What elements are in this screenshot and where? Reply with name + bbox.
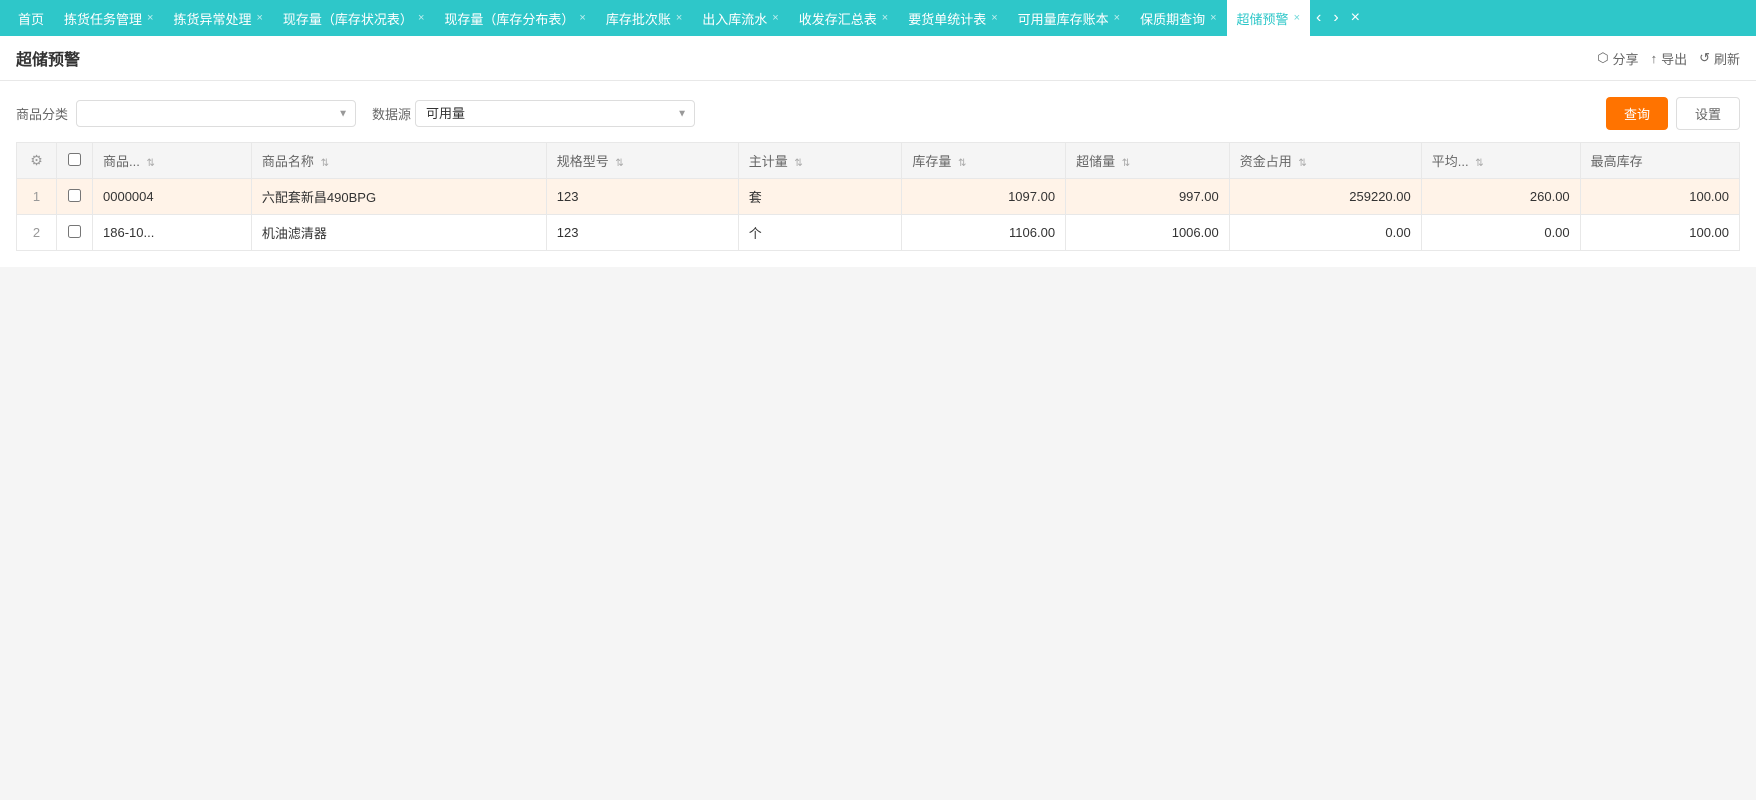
cell-checkbox-1[interactable] (57, 215, 93, 251)
category-select-wrapper (76, 100, 356, 127)
datasource-select[interactable]: 可用量 (415, 100, 695, 127)
th-capital[interactable]: 资金占用 ⇅ (1229, 143, 1421, 179)
close-tab-inventory-dist[interactable]: × (579, 12, 585, 24)
nav-item-inout-flow[interactable]: 出入库流水 × (692, 0, 788, 36)
main-content: 商品分类 数据源 可用量 查询 设置 ⚙ (0, 81, 1756, 267)
close-tab-collect[interactable]: × (882, 12, 888, 24)
th-product-name[interactable]: 商品名称 ⇅ (251, 143, 546, 179)
th-spec[interactable]: 规格型号 ⇅ (546, 143, 738, 179)
cell-max-stock-1: 100.00 (1580, 215, 1739, 251)
top-navigation: 首页 拣货任务管理 × 拣货异常处理 × 现存量（库存状况表） × 现存量（库存… (0, 0, 1756, 36)
nav-item-home[interactable]: 首页 (8, 0, 54, 36)
th-overstock[interactable]: 超储量 ⇅ (1066, 143, 1230, 179)
th-checkbox[interactable] (57, 143, 93, 179)
datasource-filter: 数据源 可用量 (372, 100, 695, 127)
close-tab-abnormal[interactable]: × (256, 12, 262, 24)
th-product-code[interactable]: 商品... ⇅ (93, 143, 252, 179)
close-tab-task-mgmt[interactable]: × (147, 12, 153, 24)
cell-index-0: 1 (17, 179, 57, 215)
filter-actions: 查询 设置 (1606, 97, 1740, 130)
datasource-select-wrapper: 可用量 (415, 100, 695, 127)
sort-icon-product-name: ⇅ (321, 158, 329, 169)
close-tab-inout-flow[interactable]: × (772, 12, 778, 24)
cell-avg-1: 0.00 (1421, 215, 1580, 251)
category-filter: 商品分类 (16, 100, 356, 127)
share-icon: ⬡ (1597, 50, 1608, 66)
query-button[interactable]: 查询 (1606, 97, 1668, 130)
nav-item-inventory-dist[interactable]: 现存量（库存分布表） × (434, 0, 595, 36)
cell-spec-0: 123 (546, 179, 738, 215)
cell-inventory-0: 1097.00 (902, 179, 1066, 215)
share-button[interactable]: ⬡ 分享 (1597, 49, 1638, 68)
export-button[interactable]: ↑ 导出 (1651, 49, 1688, 68)
th-settings[interactable]: ⚙ (17, 143, 57, 179)
nav-item-task-mgmt[interactable]: 拣货任务管理 × (54, 0, 163, 36)
nav-next-button[interactable]: › (1327, 0, 1344, 36)
category-select[interactable] (76, 100, 356, 127)
gear-icon: ⚙ (30, 152, 43, 168)
sort-icon-inventory: ⇅ (958, 158, 966, 169)
cell-product-name-0: 六配套新昌490BPG (251, 179, 546, 215)
row-checkbox-0[interactable] (68, 189, 81, 202)
data-table: ⚙ 商品... ⇅ 商品名称 ⇅ 规格型号 ⇅ 主计量 (16, 142, 1740, 251)
close-tab-available-acct[interactable]: × (1114, 12, 1120, 24)
nav-more-button[interactable]: × (1345, 0, 1366, 36)
nav-item-quality-check[interactable]: 保质期查询 × (1130, 0, 1226, 36)
cell-max-stock-0: 100.00 (1580, 179, 1739, 215)
th-avg[interactable]: 平均... ⇅ (1421, 143, 1580, 179)
page-title: 超储预警 (16, 46, 80, 70)
nav-item-collect[interactable]: 收发存汇总表 × (789, 0, 898, 36)
cell-capital-1: 0.00 (1229, 215, 1421, 251)
nav-item-batch[interactable]: 库存批次账 × (596, 0, 692, 36)
cell-overstock-0: 997.00 (1066, 179, 1230, 215)
cell-checkbox-0[interactable] (57, 179, 93, 215)
table-row: 2 186-10... 机油滤清器 123 个 1106.00 1006.00 … (17, 215, 1740, 251)
refresh-button[interactable]: ↺ 刷新 (1699, 49, 1740, 68)
close-tab-order-stats[interactable]: × (991, 12, 997, 24)
sort-icon-product-code: ⇅ (146, 158, 154, 169)
category-label: 商品分类 (16, 104, 68, 123)
nav-item-overstock[interactable]: 超储预警 × (1227, 0, 1310, 36)
nav-item-abnormal[interactable]: 拣货异常处理 × (163, 0, 272, 36)
nav-item-inventory-status[interactable]: 现存量（库存状况表） × (273, 0, 434, 36)
table-row: 1 0000004 六配套新昌490BPG 123 套 1097.00 997.… (17, 179, 1740, 215)
refresh-icon: ↺ (1699, 50, 1710, 66)
header-actions: ⬡ 分享 ↑ 导出 ↺ 刷新 (1597, 49, 1740, 68)
cell-capital-0: 259220.00 (1229, 179, 1421, 215)
sort-icon-spec: ⇅ (615, 158, 623, 169)
cell-unit-0: 套 (738, 179, 902, 215)
th-inventory[interactable]: 库存量 ⇅ (902, 143, 1066, 179)
cell-product-name-1: 机油滤清器 (251, 215, 546, 251)
export-icon: ↑ (1651, 51, 1658, 66)
sort-icon-overstock: ⇅ (1122, 158, 1130, 169)
cell-overstock-1: 1006.00 (1066, 215, 1230, 251)
sort-icon-avg: ⇅ (1475, 158, 1483, 169)
datasource-label: 数据源 (372, 104, 411, 123)
th-unit[interactable]: 主计量 ⇅ (738, 143, 902, 179)
cell-inventory-1: 1106.00 (902, 215, 1066, 251)
cell-avg-0: 260.00 (1421, 179, 1580, 215)
close-tab-overstock[interactable]: × (1294, 12, 1300, 24)
close-tab-inventory-status[interactable]: × (418, 12, 424, 24)
cell-unit-1: 个 (738, 215, 902, 251)
select-all-checkbox[interactable] (68, 153, 81, 166)
cell-product-code-0: 0000004 (93, 179, 252, 215)
setting-button[interactable]: 设置 (1676, 97, 1740, 130)
row-checkbox-1[interactable] (68, 225, 81, 238)
table-header-row: ⚙ 商品... ⇅ 商品名称 ⇅ 规格型号 ⇅ 主计量 (17, 143, 1740, 179)
page-header: 超储预警 ⬡ 分享 ↑ 导出 ↺ 刷新 (0, 36, 1756, 81)
sort-icon-unit: ⇅ (794, 158, 802, 169)
filter-row: 商品分类 数据源 可用量 查询 设置 (16, 97, 1740, 130)
sort-icon-capital: ⇅ (1298, 158, 1306, 169)
th-max-stock[interactable]: 最高库存 (1580, 143, 1739, 179)
cell-product-code-1: 186-10... (93, 215, 252, 251)
nav-item-available-acct[interactable]: 可用量库存账本 × (1008, 0, 1130, 36)
cell-spec-1: 123 (546, 215, 738, 251)
close-tab-batch[interactable]: × (676, 12, 682, 24)
nav-item-order-stats[interactable]: 要货单统计表 × (898, 0, 1007, 36)
close-tab-quality-check[interactable]: × (1210, 12, 1216, 24)
cell-index-1: 2 (17, 215, 57, 251)
nav-prev-button[interactable]: ‹ (1310, 0, 1327, 36)
